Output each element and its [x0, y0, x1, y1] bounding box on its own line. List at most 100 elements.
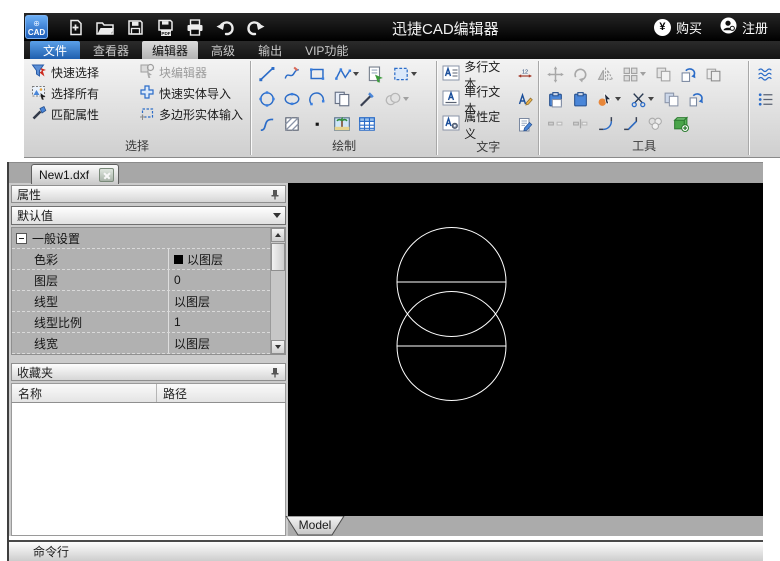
preset-dropdown[interactable]: 默认值 [11, 206, 286, 225]
property-row[interactable]: 色彩 以图层 [12, 249, 270, 270]
array-dropdown-caret[interactable] [640, 72, 646, 76]
register-button[interactable]: 注册 [720, 17, 768, 37]
quick-select-button[interactable]: 快速选择 [28, 62, 130, 83]
property-row[interactable]: 线型 以图层 [12, 291, 270, 312]
save-as-pdf-button[interactable]: PDF [154, 16, 176, 38]
draw-polyline-button[interactable] [331, 62, 361, 86]
draw-point-button[interactable] [306, 112, 328, 136]
property-value[interactable]: 以图层 [168, 333, 270, 353]
property-value[interactable]: 0 [168, 270, 270, 290]
break-at-point-button[interactable] [569, 112, 591, 136]
menu-vip[interactable]: VIP功能 [295, 41, 358, 59]
save-button[interactable] [124, 16, 146, 38]
new-file-button[interactable] [64, 16, 86, 38]
app-logo[interactable]: ⊕ CAD [25, 15, 48, 39]
scrollbar[interactable] [270, 228, 285, 354]
edit-document-icon-button[interactable] [516, 115, 534, 135]
paste-special-button[interactable] [569, 87, 591, 111]
insert-table-button[interactable] [356, 112, 378, 136]
undo-button[interactable] [214, 16, 236, 38]
rotate-button[interactable] [569, 62, 591, 86]
collapse-icon[interactable] [16, 233, 27, 244]
mirror-button[interactable] [594, 62, 616, 86]
select-similar-caret[interactable] [615, 97, 621, 101]
create-block-button[interactable] [669, 112, 691, 136]
draw-rectangle-button[interactable] [306, 62, 328, 86]
property-value[interactable]: 1 [168, 312, 270, 332]
break-button[interactable] [544, 112, 566, 136]
block-editor-button[interactable]: 块编辑器 [136, 62, 246, 83]
menu-file[interactable]: 文件 [30, 41, 80, 59]
document-tab[interactable]: New1.dxf [31, 164, 119, 184]
linetype-button[interactable] [754, 63, 776, 87]
copy-button[interactable] [652, 62, 674, 86]
favorites-list[interactable] [11, 403, 286, 536]
trim-button[interactable] [627, 87, 657, 111]
scrollbar-thumb[interactable] [271, 243, 285, 271]
property-section-row[interactable]: 一般设置 [12, 228, 270, 249]
drawing-canvas[interactable] [288, 183, 763, 516]
command-bar[interactable]: 命令行 [9, 540, 763, 561]
rotate-reference-button[interactable] [685, 87, 707, 111]
draw-hatch-button[interactable] [281, 112, 303, 136]
insert-block-button[interactable] [364, 62, 386, 86]
menu-editor[interactable]: 编辑器 [142, 41, 198, 59]
draw-arc-button[interactable] [306, 87, 328, 111]
group-label-select: 选择 [28, 136, 246, 157]
gradient-pen-button[interactable] [356, 87, 378, 111]
chamfer-button[interactable] [619, 112, 641, 136]
redo-button[interactable] [244, 16, 266, 38]
menu-viewer[interactable]: 查看器 [83, 41, 139, 59]
draw-line-button[interactable] [256, 62, 278, 86]
scroll-down-icon[interactable] [271, 340, 285, 354]
draw-circle-button[interactable] [256, 87, 278, 111]
favorites-panel-header[interactable]: 收藏夹 [11, 363, 286, 381]
select-all-button[interactable]: 选择所有 [28, 83, 130, 104]
column-name[interactable]: 名称 [12, 384, 157, 402]
draw-sketch-button[interactable] [281, 62, 303, 86]
text-measure-icon-button[interactable]: 12 [516, 65, 534, 85]
rotate-copy-button[interactable] [677, 62, 699, 86]
print-button[interactable] [184, 16, 206, 38]
quick-entity-import-button[interactable]: 快速实体导入 [136, 83, 246, 104]
edit-text-icon-button[interactable] [516, 90, 534, 110]
copy-nested-button[interactable] [660, 87, 682, 111]
hatch-dropdown-caret[interactable] [411, 72, 417, 76]
trim-dropdown-caret[interactable] [648, 97, 654, 101]
buy-button[interactable]: ¥ 购买 [654, 18, 702, 37]
menu-advanced[interactable]: 高级 [201, 41, 245, 59]
array-button[interactable] [619, 62, 649, 86]
dashed-rect-icon [139, 105, 155, 124]
model-tab[interactable]: Model [285, 516, 345, 536]
paste-button[interactable] [544, 87, 566, 111]
layer-list-button[interactable] [754, 88, 776, 112]
hatch-region-button[interactable] [389, 62, 419, 86]
fillet-button[interactable] [594, 112, 616, 136]
offset-button[interactable] [702, 62, 724, 86]
select-similar-button[interactable] [594, 87, 624, 111]
property-row[interactable]: 线型比例 1 [12, 312, 270, 333]
properties-panel-header[interactable]: 属性 [11, 185, 286, 203]
close-icon[interactable] [99, 168, 114, 182]
draw-ellipse-button[interactable] [281, 87, 303, 111]
property-row[interactable]: 线宽 以图层 [12, 333, 270, 354]
polygon-entity-input-button[interactable]: 多边形实体输入 [136, 104, 246, 125]
pin-icon[interactable] [269, 188, 281, 200]
property-row[interactable]: 图层 0 [12, 270, 270, 291]
copy-entity-button[interactable] [331, 87, 353, 111]
region-dropdown-caret[interactable] [403, 97, 409, 101]
draw-spline-button[interactable] [256, 112, 278, 136]
move-button[interactable] [544, 62, 566, 86]
property-value[interactable]: 以图层 [168, 249, 270, 269]
insert-image-button[interactable] [331, 112, 353, 136]
open-file-button[interactable] [94, 16, 116, 38]
property-value[interactable]: 以图层 [168, 291, 270, 311]
region-button[interactable] [381, 87, 411, 111]
match-properties-button[interactable]: 匹配属性 [28, 104, 130, 125]
polyline-dropdown-caret[interactable] [353, 72, 359, 76]
pin-icon[interactable] [269, 366, 281, 378]
menu-output[interactable]: 输出 [248, 41, 292, 59]
column-path[interactable]: 路径 [157, 385, 285, 402]
scroll-up-icon[interactable] [271, 228, 285, 242]
explode-button[interactable] [644, 112, 666, 136]
